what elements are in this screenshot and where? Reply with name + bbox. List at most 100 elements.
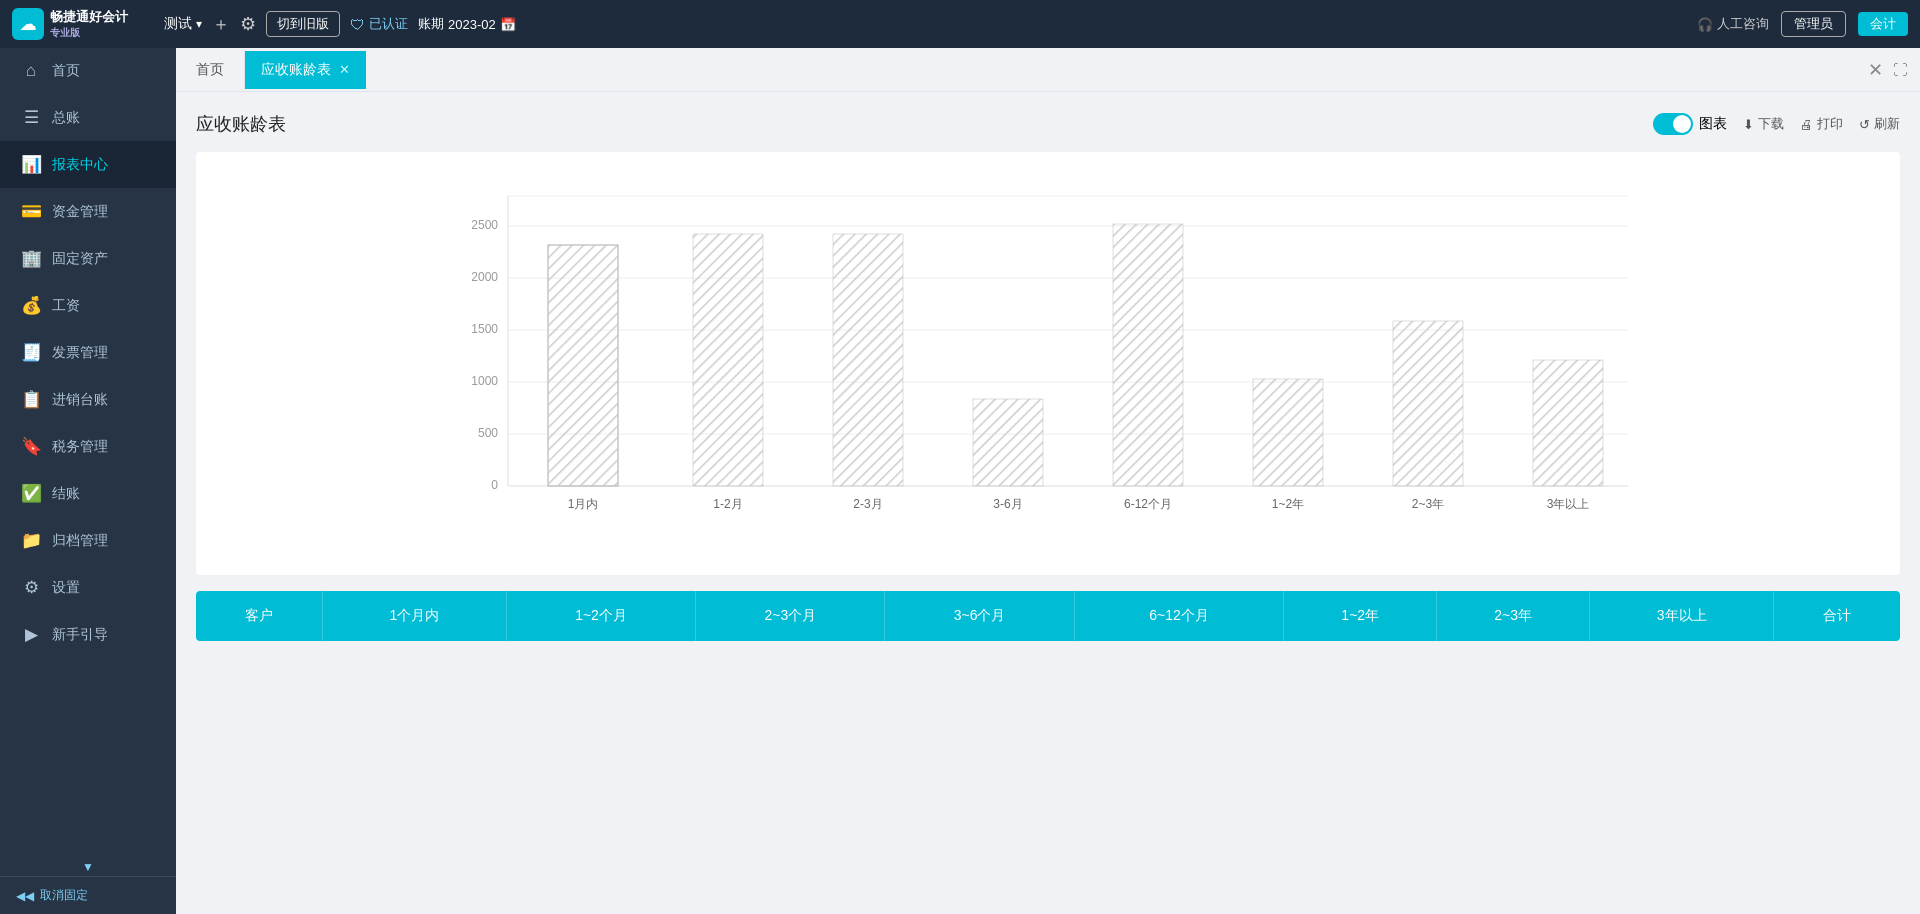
data-table-wrap: 客户 1个月内 1~2个月 2~3个月 3~6个月 6~12个月 1~2年 2~… [196,591,1900,641]
sidebar-item-invoice[interactable]: 🧾 发票管理 [0,329,176,376]
home-icon: ⌂ [20,61,42,81]
cancel-fixed-label: 取消固定 [40,887,88,904]
svg-text:1-2月: 1-2月 [713,497,742,511]
print-label: 打印 [1817,115,1843,133]
svg-text:2500: 2500 [471,218,498,232]
svg-text:1500: 1500 [471,322,498,336]
sidebar-label-home: 首页 [52,62,80,80]
svg-text:0: 0 [491,478,498,492]
sidebar-scroll: ⌂ 首页 ☰ 总账 📊 报表中心 💳 资金管理 🏢 固定资产 💰 工资 [0,48,176,858]
headset-icon: 🎧 [1697,17,1713,32]
tab-bar-right: ✕ ⛶ [1868,59,1920,81]
topbar-center: 测试 ▾ ＋ ⚙ 切到旧版 🛡 已认证 账期 2023-02 📅 [164,11,1685,37]
tab-close-icon[interactable]: ✕ [339,62,350,77]
app-edition: 专业版 [50,26,128,40]
tab-home-label: 首页 [196,61,224,77]
scroll-down-arrow[interactable]: ▼ [80,862,96,872]
download-button[interactable]: ⬇ 下载 [1743,115,1784,133]
guide-icon: ▶ [20,624,42,645]
user-button[interactable]: 管理员 [1781,11,1846,37]
sidebar-item-sales[interactable]: 📋 进销台账 [0,376,176,423]
bar-6 [1253,379,1323,486]
svg-text:2~3年: 2~3年 [1412,497,1444,511]
col-3year-plus: 3年以上 [1590,591,1774,641]
add-button[interactable]: ＋ [212,12,230,36]
close-window-icon[interactable]: ✕ [1868,59,1883,81]
col-1-2month: 1~2个月 [506,591,695,641]
main-layout: ⌂ 首页 ☰ 总账 📊 报表中心 💳 资金管理 🏢 固定资产 💰 工资 [0,48,1920,914]
col-3-6month: 3~6个月 [885,591,1074,641]
project-name: 测试 [164,15,192,33]
tab-aging-label: 应收账龄表 [261,61,331,79]
sidebar-item-tax[interactable]: 🔖 税务管理 [0,423,176,470]
sidebar-label-archive: 归档管理 [52,532,108,550]
sidebar-label-salary: 工资 [52,297,80,315]
archive-icon: 📁 [20,530,42,551]
refresh-button[interactable]: ↺ 刷新 [1859,115,1900,133]
col-customer: 客户 [196,591,322,641]
sidebar-label-reports: 报表中心 [52,156,108,174]
ledger-icon: ☰ [20,107,42,128]
sidebar-item-reports[interactable]: 📊 报表中心 [0,141,176,188]
col-1-2year: 1~2年 [1284,591,1437,641]
sidebar-label-guide: 新手引导 [52,626,108,644]
svg-text:3-6月: 3-6月 [993,497,1022,511]
print-button[interactable]: 🖨 打印 [1800,115,1843,133]
sidebar-label-sales: 进销台账 [52,391,108,409]
tab-aging[interactable]: 应收账龄表 ✕ [245,51,366,89]
settings-icon[interactable]: ⚙ [240,13,256,35]
sidebar-item-home[interactable]: ⌂ 首页 [0,48,176,94]
project-selector[interactable]: 测试 ▾ [164,15,202,33]
page-header: 应收账龄表 图表 ⬇ 下载 🖨 打印 ↺ [196,112,1900,136]
sidebar-item-closing[interactable]: ✅ 结账 [0,470,176,517]
service-button[interactable]: 🎧 人工咨询 [1697,15,1769,33]
sidebar-label-ledger: 总账 [52,109,80,127]
period-label: 账期 [418,15,444,33]
tab-home[interactable]: 首页 [176,51,245,89]
col-2-3year: 2~3年 [1437,591,1590,641]
pin-icon: ◀◀ [16,889,34,903]
switch-old-version-button[interactable]: 切到旧版 [266,11,340,37]
bar-7 [1393,321,1463,486]
svg-text:2-3月: 2-3月 [853,497,882,511]
service-label: 人工咨询 [1717,15,1769,33]
sidebar-label-closing: 结账 [52,485,80,503]
period-display: 账期 2023-02 📅 [418,15,516,33]
svg-text:1月内: 1月内 [568,497,599,511]
sidebar-item-funds[interactable]: 💳 资金管理 [0,188,176,235]
page-title: 应收账龄表 [196,112,286,136]
bar-3 [833,234,903,486]
funds-icon: 💳 [20,201,42,222]
svg-text:3年以上: 3年以上 [1547,497,1590,511]
bar-chart: 0 500 1000 1500 2000 2500 [216,176,1880,559]
sidebar-item-ledger[interactable]: ☰ 总账 [0,94,176,141]
sidebar-item-settings[interactable]: ⚙ 设置 [0,564,176,611]
bar-2 [693,234,763,486]
settings-sidebar-icon: ⚙ [20,577,42,598]
closing-icon: ✅ [20,483,42,504]
calendar-icon[interactable]: 📅 [500,17,516,32]
expand-icon[interactable]: ⛶ [1893,61,1908,78]
role-button[interactable]: 会计 [1858,12,1908,36]
aging-table: 客户 1个月内 1~2个月 2~3个月 3~6个月 6~12个月 1~2年 2~… [196,591,1900,641]
chart-toggle-label: 图表 [1699,115,1727,133]
chart-toggle[interactable] [1653,113,1693,135]
bar-8 [1533,360,1603,486]
sidebar-label-tax: 税务管理 [52,438,108,456]
invoice-icon: 🧾 [20,342,42,363]
sidebar-label-funds: 资金管理 [52,203,108,221]
sales-icon: 📋 [20,389,42,410]
sidebar-item-archive[interactable]: 📁 归档管理 [0,517,176,564]
col-2-3month: 2~3个月 [696,591,885,641]
sidebar-label-settings: 设置 [52,579,80,597]
cancel-fixed-button[interactable]: ◀◀ 取消固定 [0,876,176,914]
sidebar-item-salary[interactable]: 💰 工资 [0,282,176,329]
sidebar-item-guide[interactable]: ▶ 新手引导 [0,611,176,658]
sidebar-label-assets: 固定资产 [52,250,108,268]
assets-icon: 🏢 [20,248,42,269]
tax-icon: 🔖 [20,436,42,457]
tab-bar: 首页 应收账龄表 ✕ ✕ ⛶ [176,48,1920,92]
sidebar-label-invoice: 发票管理 [52,344,108,362]
download-icon: ⬇ [1743,117,1754,132]
sidebar-item-assets[interactable]: 🏢 固定资产 [0,235,176,282]
